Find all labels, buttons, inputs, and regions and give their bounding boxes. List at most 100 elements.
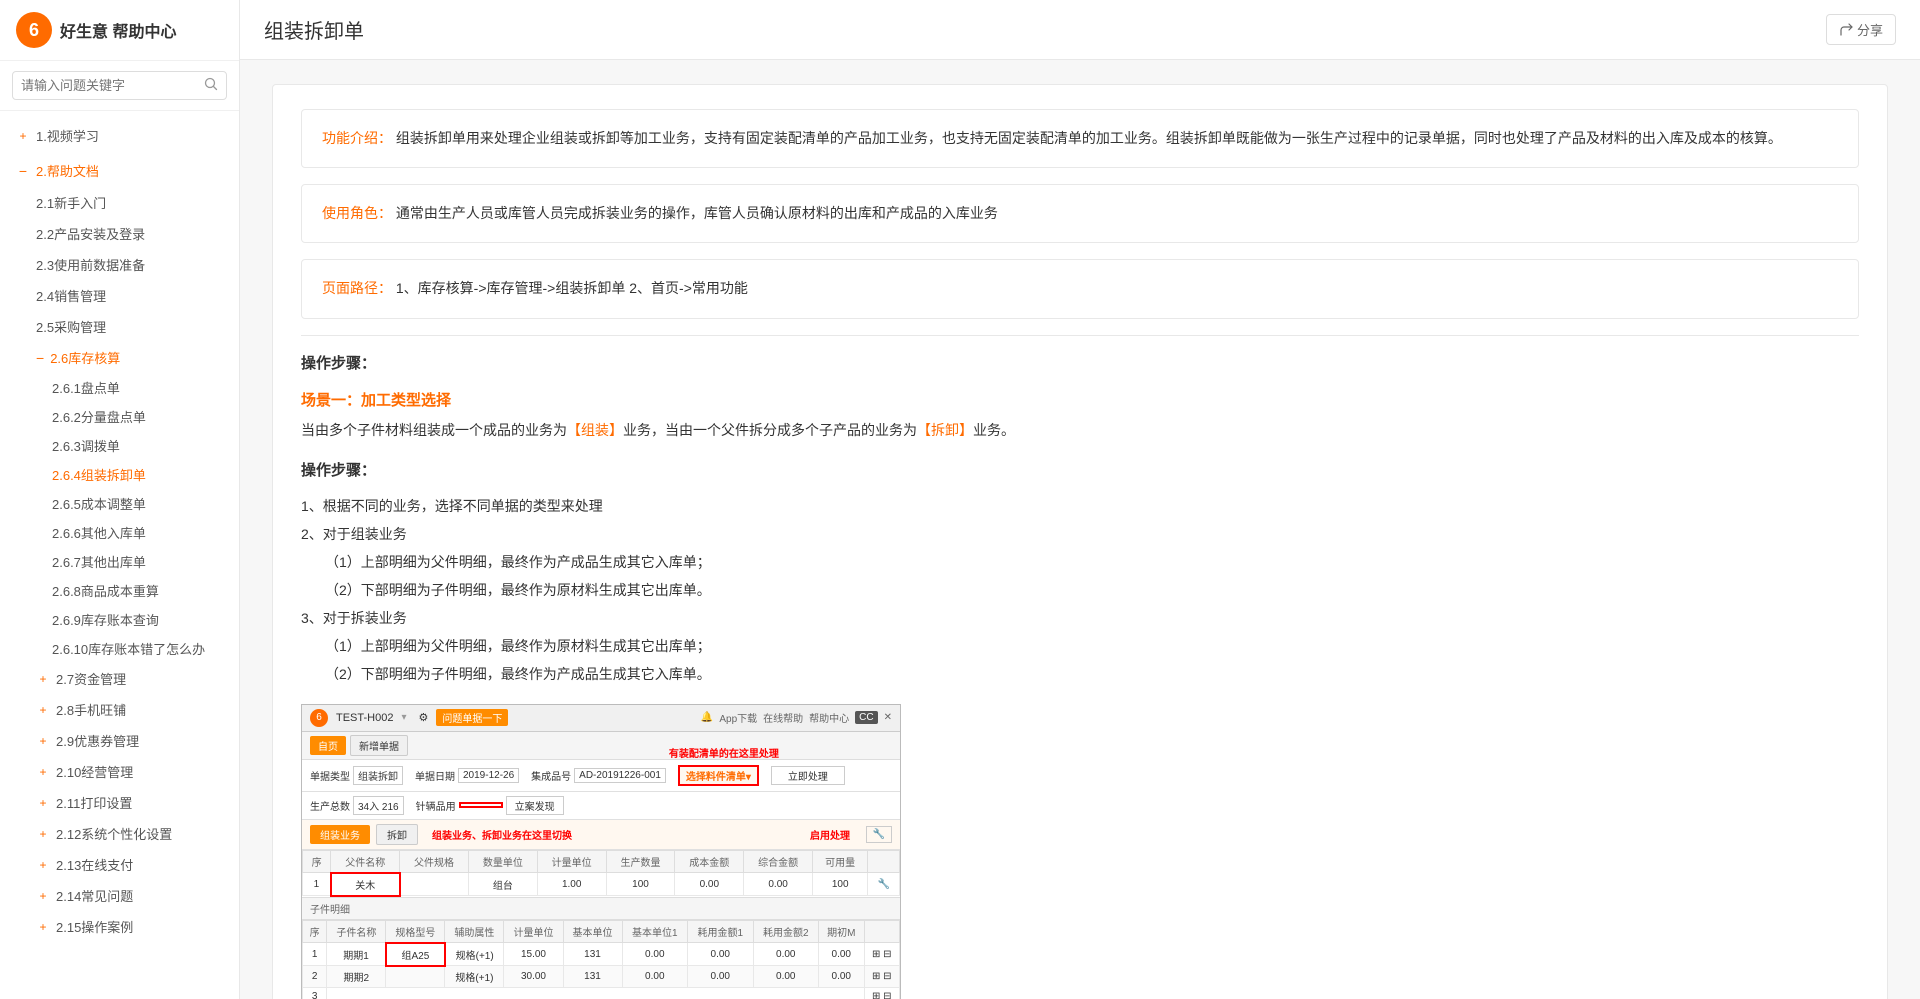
- search-input[interactable]: [21, 78, 198, 93]
- mock-lower-row-3: 3⊞ ⊟: [303, 988, 900, 999]
- expand-icon-2.15: +: [36, 920, 50, 934]
- nav-item-2.8[interactable]: + 2.8手机旺铺: [0, 694, 239, 725]
- annotation-1: 有装配清单的在这里处理: [669, 745, 779, 760]
- nav-item-2.6.3[interactable]: 2.6.3调拨单: [0, 431, 239, 460]
- share-icon: [1839, 23, 1853, 37]
- nav-item-2.1[interactable]: 2.1新手入门: [0, 187, 239, 218]
- mock-upper-row-1: 1 关木 组台 1.00 100 0.00 0.00 100 🔧: [303, 873, 900, 896]
- expand-icon-2.14: +: [36, 889, 50, 903]
- nav-item-2.6.1[interactable]: 2.6.1盘点单: [0, 373, 239, 402]
- mock-lower-table: 序 子件名称 规格型号 辅助属性 计量单位 基本单位 基本单位1 耗用金额1 耗: [302, 920, 900, 999]
- role-text: 通常由生产人员或库管人员完成拆装业务的操作，库管人员确认原材料的出库和产成品的入…: [396, 205, 998, 221]
- divider-1: [301, 335, 1859, 336]
- mock-titlebar: 6 TEST-H002 ▾ ⚙ 问题单据一下 🔔 App下载 在线帮助 帮助中心: [302, 705, 900, 732]
- mock-process-btn: 选择料件清单▾: [678, 765, 759, 786]
- step-3: 3、对于拆装业务: [301, 604, 1859, 632]
- nav-item-2.2[interactable]: 2.2产品安装及登录: [0, 218, 239, 249]
- screenshot-wrapper: 6 TEST-H002 ▾ ⚙ 问题单据一下 🔔 App下载 在线帮助 帮助中心: [301, 704, 1859, 999]
- nav-item-2.9[interactable]: + 2.9优惠券管理: [0, 725, 239, 756]
- mock-logo: 6: [310, 709, 328, 727]
- search-icon[interactable]: [204, 77, 218, 94]
- nav-item-2.6.2[interactable]: 2.6.2分量盘点单: [0, 402, 239, 431]
- nav-item-2.6[interactable]: − 2.6库存核算: [0, 342, 239, 373]
- step-2-1: （1）上部明细为父件明细，最终作为产成品生成其它入库单；: [301, 548, 1859, 576]
- expand-icon-2.10: +: [36, 765, 50, 779]
- app-name: 好生意 帮助中心: [60, 18, 176, 42]
- expand-icon-2.8: +: [36, 703, 50, 717]
- mock-upper-table: 序 父件名称 父件规格 数量单位 计量单位 生产数量 成本金额 综合金额 可用量: [302, 850, 900, 897]
- mock-tab-assembly: 组装业务: [310, 825, 370, 844]
- expand-icon-2.12: +: [36, 827, 50, 841]
- ops-title: 操作步骤：: [301, 352, 1859, 373]
- scene1-label: 场景一：加工类型选择: [301, 389, 1859, 410]
- nav-item-2.6.10[interactable]: 2.6.10库存账本错了怎么办: [0, 634, 239, 663]
- nav-item-2.6.5[interactable]: 2.6.5成本调整单: [0, 489, 239, 518]
- ops-steps-title: 操作步骤：: [301, 459, 1859, 480]
- step-2-2: （2）下部明细为子件明细，最终作为原材料生成其它出库单。: [301, 576, 1859, 604]
- share-button[interactable]: 分享: [1826, 14, 1896, 45]
- mock-tab-zuzhuan: 自页: [310, 736, 346, 755]
- nav-item-2.15[interactable]: + 2.15操作案例: [0, 911, 239, 942]
- annotation-2: 组装业务、拆卸业务在这里切换: [432, 827, 572, 842]
- mock-form-row: 单据类型 组装拆卸 单据日期 2019-12-26 集成品号 AD-201912…: [302, 760, 900, 792]
- role-label: 使用角色：: [322, 205, 392, 221]
- nav-item-2.6.6[interactable]: 2.6.6其他入库单: [0, 518, 239, 547]
- mock-ui: 6 TEST-H002 ▾ ⚙ 问题单据一下 🔔 App下载 在线帮助 帮助中心: [301, 704, 901, 999]
- intro-block: 功能介绍： 组装拆卸单用来处理企业组装或拆卸等加工业务，支持有固定装配清单的产品…: [301, 109, 1859, 168]
- nav-label-1: 1.视频学习: [36, 126, 99, 145]
- mock-tab-disassembly: 拆卸: [376, 824, 418, 845]
- mock-type-label: 单据类型: [310, 768, 350, 783]
- mock-title-left: TEST-H002: [336, 712, 393, 724]
- search-box[interactable]: [12, 71, 227, 100]
- nav-item-2.6.4[interactable]: 2.6.4组装拆卸单: [0, 460, 239, 489]
- nav-item-2.12[interactable]: + 2.12系统个性化设置: [0, 818, 239, 849]
- step-1: 1、根据不同的业务，选择不同单据的类型来处理: [301, 492, 1859, 520]
- expand-icon-2.7: +: [36, 672, 50, 686]
- expand-icon-2.9: +: [36, 734, 50, 748]
- role-block: 使用角色： 通常由生产人员或库管人员完成拆装业务的操作，库管人员确认原材料的出库…: [301, 184, 1859, 243]
- ops-section: 操作步骤： 场景一：加工类型选择 当由多个子件材料组装成一个成品的业务为【组装】…: [301, 352, 1859, 999]
- nav-item-video[interactable]: + 1.视频学习: [0, 119, 239, 152]
- mock-qty-input: [459, 802, 503, 808]
- mock-type-val: 组装拆卸: [353, 766, 403, 785]
- nav-item-2.6.8[interactable]: 2.6.8商品成本重算: [0, 576, 239, 605]
- nav-item-2.6.7[interactable]: 2.6.7其他出库单: [0, 547, 239, 576]
- intro-text: 组装拆卸单用来处理企业组装或拆卸等加工业务，支持有固定装配清单的产品加工业务，也…: [396, 130, 1782, 146]
- main-area: 组装拆卸单 分享 功能介绍： 组装拆卸单用来处理企业组装或拆卸等加工业务，支持有…: [240, 0, 1920, 999]
- collapse-icon-2: −: [16, 164, 30, 178]
- content-main: 功能介绍： 组装拆卸单用来处理企业组装或拆卸等加工业务，支持有固定装配清单的产品…: [272, 84, 1888, 999]
- mock-lower-header: 子件明细: [302, 897, 900, 920]
- nav-item-2.6.9[interactable]: 2.6.9库存账本查询: [0, 605, 239, 634]
- nav-item-2.7[interactable]: + 2.7资金管理: [0, 663, 239, 694]
- step-2: 2、对于组装业务: [301, 520, 1859, 548]
- logo-icon: 6: [16, 12, 52, 48]
- nav-item-2.4[interactable]: 2.4销售管理: [0, 280, 239, 311]
- mock-sub-row: 生产总数 34入 216 针辆品用 立案发现: [302, 792, 900, 820]
- nav-sub-2.6: 2.6.1盘点单 2.6.2分量盘点单 2.6.3调拨单 2.6.4组装拆卸单 …: [0, 373, 239, 663]
- scene1-desc: 当由多个子件材料组装成一个成品的业务为【组装】业务，当由一个父件拆分成多个子产品…: [301, 418, 1859, 443]
- mock-action-btn: 立即处理: [771, 766, 845, 785]
- nav-item-2.10[interactable]: + 2.10经营管理: [0, 756, 239, 787]
- nav-item-docs[interactable]: − 2.帮助文档: [0, 154, 239, 187]
- mock-secondary-toolbar: 自页 新增单据: [302, 732, 900, 760]
- expand-icon-2.11: +: [36, 796, 50, 810]
- nav-item-2.11[interactable]: + 2.11打印设置: [0, 787, 239, 818]
- nav-item-2.13[interactable]: + 2.13在线支付: [0, 849, 239, 880]
- nav-item-2.3[interactable]: 2.3使用前数据准备: [0, 249, 239, 280]
- mock-tab-row: 组装业务 拆卸 组装业务、拆卸业务在这里切换 启用处理 🔧: [302, 820, 900, 850]
- path-text: 1、库存核算->库存管理->组装拆卸单 2、首页->常用功能: [396, 280, 748, 296]
- logo-area: 6 好生意 帮助中心: [0, 0, 239, 61]
- search-area: [0, 61, 239, 111]
- nav-item-2.5[interactable]: 2.5采购管理: [0, 311, 239, 342]
- intro-label: 功能介绍：: [322, 130, 392, 146]
- top-bar: 组装拆卸单 分享: [240, 0, 1920, 60]
- step-3-1: （1）上部明细为父件明细，最终作为原材料生成其它出库单；: [301, 632, 1859, 660]
- nav-list: + 1.视频学习 − 2.帮助文档 2.1新手入门 2.2产品安装及登录 2.3…: [0, 111, 239, 999]
- nav-label-2: 2.帮助文档: [36, 161, 99, 180]
- expand-icon-1: +: [16, 129, 30, 143]
- nav-sub-list-2: 2.1新手入门 2.2产品安装及登录 2.3使用前数据准备 2.4销售管理 2.…: [0, 187, 239, 942]
- nav-item-2.14[interactable]: + 2.14常见问题: [0, 880, 239, 911]
- mock-lower-row-1: 1 期期1 组A25 规格(+1) 15.00 131 0.00 0.00 0.: [303, 943, 900, 966]
- collapse-icon-2.6: −: [36, 350, 44, 366]
- sidebar: 6 好生意 帮助中心 + 1.视频学习 − 2.帮助: [0, 0, 240, 999]
